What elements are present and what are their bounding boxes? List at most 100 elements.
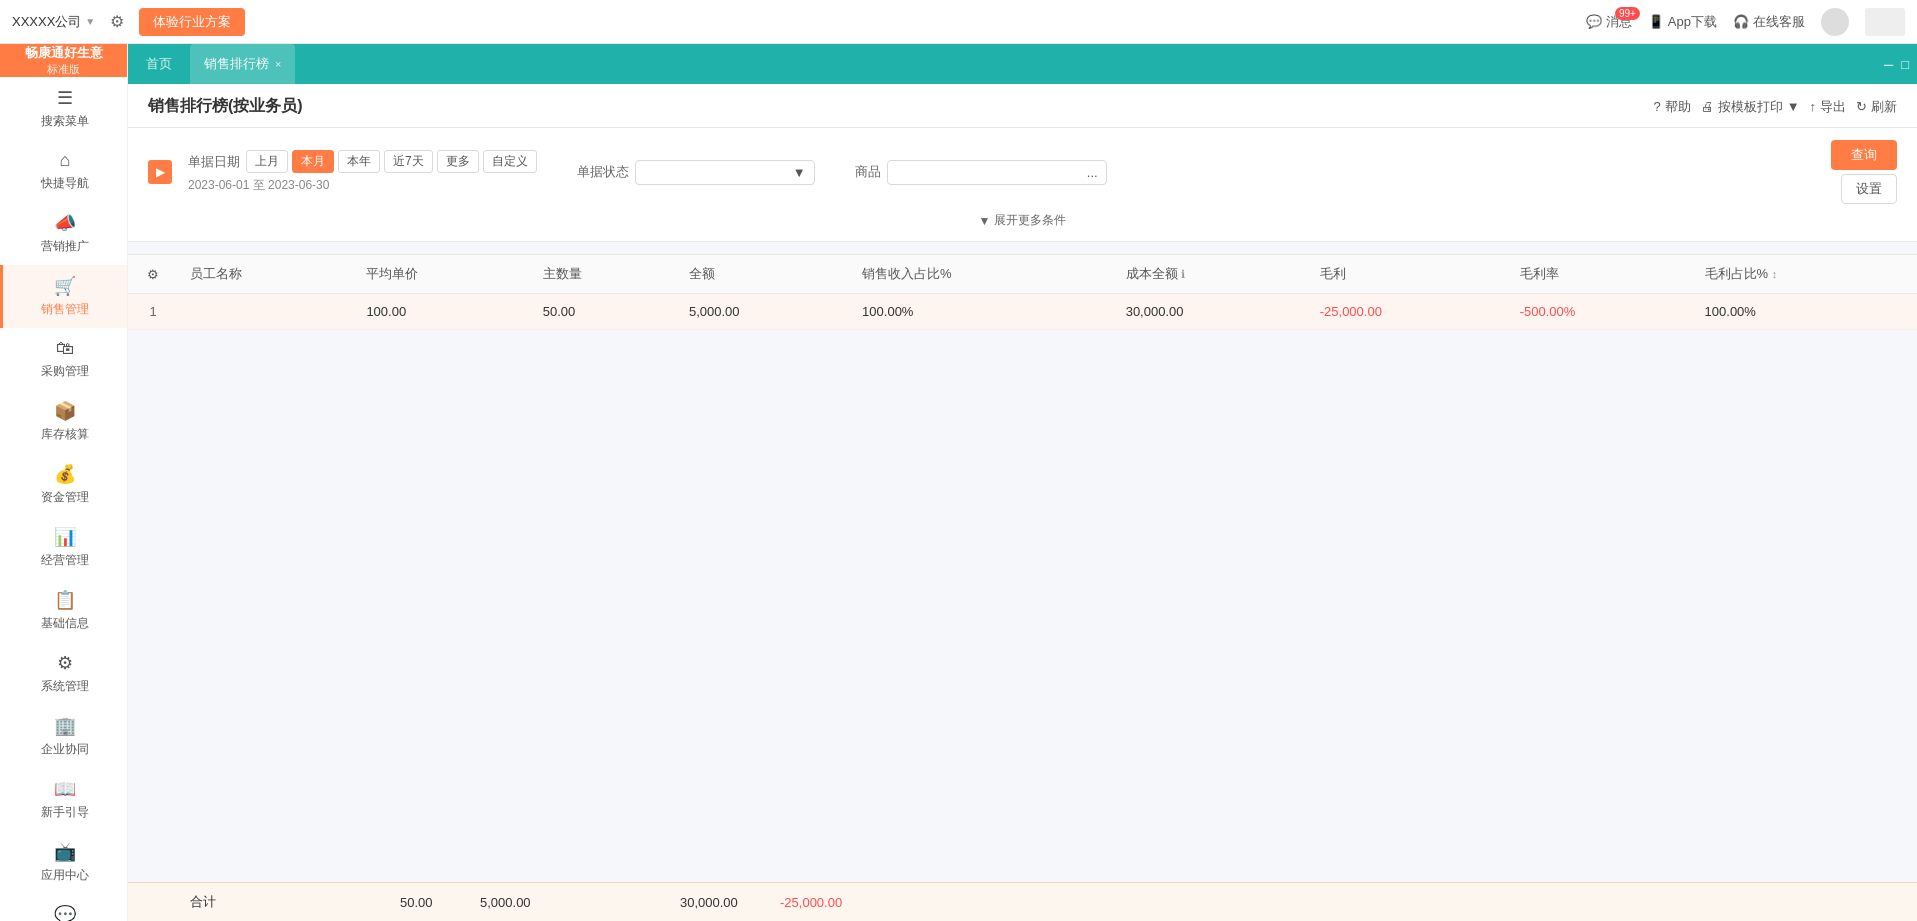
page-title: 销售排行榜(按业务员) <box>148 96 303 127</box>
tab-minimize-icon[interactable]: ─ <box>1884 57 1893 72</box>
sidebar-item-system[interactable]: ⚙ 系统管理 <box>0 642 127 705</box>
last7-btn[interactable]: 近7天 <box>384 150 433 173</box>
online-service-btn[interactable]: 🎧 在线客服 <box>1733 13 1805 31</box>
company-selector[interactable]: XXXXX公司 ▼ <box>12 13 95 31</box>
last-month-btn[interactable]: 上月 <box>246 150 288 173</box>
content-area: 首页 销售排行榜 × ─ □ 销售排行榜(按业务员) ? 帮助 <box>128 44 1917 921</box>
home-icon: ⌂ <box>60 150 71 171</box>
sidebar-item-app-center[interactable]: 📺 应用中心 <box>0 831 127 894</box>
filter-toggle-btn[interactable]: ▶ <box>148 160 172 184</box>
export-btn[interactable]: ↑ 导出 <box>1810 98 1847 116</box>
help-btn[interactable]: ? 帮助 <box>1653 98 1690 116</box>
filter-toggle-icon: ▶ <box>156 165 165 179</box>
footer-cost: 30,000.00 <box>680 895 780 910</box>
cell-profit: -25,000.00 <box>1308 294 1508 330</box>
sidebar-label-quick: 快捷导航 <box>41 175 89 192</box>
cell-name <box>178 294 354 330</box>
help-label: 帮助 <box>1665 98 1691 116</box>
app-download-btn[interactable]: 📱 App下载 <box>1648 13 1717 31</box>
footer-qty: 50.00 <box>400 895 480 910</box>
sidebar-item-search-order[interactable]: ☰ 搜索菜单 <box>0 77 127 140</box>
sidebar-label-guide: 新手引导 <box>41 804 89 821</box>
sidebar-label-app-center: 应用中心 <box>41 867 89 884</box>
status-label: 单据状态 <box>577 163 629 181</box>
message-btn[interactable]: 💬 消息 99+ <box>1586 13 1632 31</box>
sidebar-label-enterprise: 企业协同 <box>41 741 89 758</box>
export-icon: ↑ <box>1810 99 1817 114</box>
sidebar-item-wechat[interactable]: 💬 企业微信 <box>0 894 127 921</box>
cell-profit-pct: 100.00% <box>1693 294 1917 330</box>
col-sales-pct: 销售收入占比% <box>850 255 1114 294</box>
headset-icon: 🎧 <box>1733 14 1749 29</box>
footer-profit: -25,000.00 <box>780 895 880 910</box>
page-content: 销售排行榜(按业务员) ? 帮助 🖨 按模板打印 ▼ ↑ 导出 <box>128 84 1917 921</box>
filter-right: 查询 设置 <box>1831 140 1897 204</box>
logo-line1: 畅康通好生意 <box>25 44 103 62</box>
expand-icon: ▼ <box>979 214 991 228</box>
table-area: ⚙ 员工名称 平均单价 主数量 全额 销售收入占比% 成本全额 ℹ 毛利 毛利率… <box>128 242 1917 921</box>
col-cost: 成本全额 ℹ <box>1114 255 1308 294</box>
tab-home[interactable]: 首页 <box>128 44 190 84</box>
footer-amount: 5,000.00 <box>480 895 580 910</box>
col-amount: 全额 <box>677 255 850 294</box>
tab-maximize-icon[interactable]: □ <box>1901 57 1909 72</box>
period-buttons: 上月 本月 本年 近7天 更多 自定义 <box>246 150 537 173</box>
sales-icon: 🛒 <box>54 275 76 297</box>
sidebar-item-finance[interactable]: 💰 资金管理 <box>0 453 127 516</box>
sidebar-label-purchase: 采购管理 <box>41 363 89 380</box>
this-year-btn[interactable]: 本年 <box>338 150 380 173</box>
sidebar-item-enterprise[interactable]: 🏢 企业协同 <box>0 705 127 768</box>
sidebar-item-purchase[interactable]: 🛍 采购管理 <box>0 328 127 390</box>
print-label: 按模板打印 <box>1718 98 1783 116</box>
expand-label: 展开更多条件 <box>994 212 1066 229</box>
cell-qty: 50.00 <box>531 294 677 330</box>
query-btn[interactable]: 查询 <box>1831 140 1897 170</box>
tab-sales-ranking[interactable]: 销售排行榜 × <box>190 44 295 84</box>
app-center-icon: 📺 <box>54 841 76 863</box>
sidebar-item-quick-nav[interactable]: ⌂ 快捷导航 <box>0 140 127 202</box>
main-layout: 畅康通好生意 标准版 ☰ 搜索菜单 ⌂ 快捷导航 📣 营销推广 🛒 销售管理 🛍… <box>0 44 1917 921</box>
col-settings[interactable]: ⚙ <box>128 255 178 294</box>
avatar[interactable] <box>1821 8 1849 36</box>
refresh-btn[interactable]: ↻ 刷新 <box>1856 98 1897 116</box>
sidebar-item-basic-info[interactable]: 📋 基础信息 <box>0 579 127 642</box>
system-icon: ⚙ <box>57 652 73 674</box>
status-filter-group: 单据状态 ▼ <box>577 160 815 185</box>
more-btn[interactable]: 更多 <box>437 150 479 173</box>
tab-label: 销售排行榜 <box>204 55 269 73</box>
goods-input[interactable]: ... <box>887 160 1107 185</box>
settings-btn[interactable]: 设置 <box>1841 174 1897 204</box>
sidebar-item-operations[interactable]: 📊 经营管理 <box>0 516 127 579</box>
page-header: 销售排行榜(按业务员) ? 帮助 🖨 按模板打印 ▼ ↑ 导出 <box>128 84 1917 128</box>
user-name-placeholder[interactable] <box>1865 8 1905 36</box>
footer-label: 合计 <box>190 893 310 911</box>
tab-close-icon[interactable]: × <box>275 58 281 70</box>
settings-icon[interactable]: ⚙ <box>103 8 131 36</box>
cell-rank: 1 <box>128 294 178 330</box>
page-header-actions: ? 帮助 🖨 按模板打印 ▼ ↑ 导出 ↻ 刷新 <box>1653 98 1897 126</box>
status-chevron-icon: ▼ <box>793 165 806 180</box>
print-btn[interactable]: 🖨 按模板打印 ▼ <box>1701 98 1800 116</box>
table-row[interactable]: 1100.0050.005,000.00100.00%30,000.00-25,… <box>128 294 1917 330</box>
table-footer: 合计 50.00 5,000.00 30,000.00 -25,000.00 <box>128 882 1917 921</box>
sidebar-item-guide[interactable]: 📖 新手引导 <box>0 768 127 831</box>
sidebar-logo: 畅康通好生意 标准版 <box>0 44 127 77</box>
cell-cost: 30,000.00 <box>1114 294 1308 330</box>
goods-more-icon: ... <box>1087 165 1098 180</box>
logo-line2: 标准版 <box>47 62 80 77</box>
this-month-btn[interactable]: 本月 <box>292 150 334 173</box>
expand-btn[interactable]: ▼ 展开更多条件 <box>979 212 1067 229</box>
sidebar-item-marketing[interactable]: 📣 营销推广 <box>0 202 127 265</box>
trial-button[interactable]: 体验行业方案 <box>139 8 245 36</box>
status-select[interactable]: ▼ <box>635 160 815 185</box>
operations-icon: 📊 <box>54 526 76 548</box>
print-chevron-icon: ▼ <box>1787 99 1800 114</box>
filter-area: ▶ 单据日期 上月 本月 本年 近7天 更多 自定义 <box>128 128 1917 242</box>
data-table: ⚙ 员工名称 平均单价 主数量 全额 销售收入占比% 成本全额 ℹ 毛利 毛利率… <box>128 254 1917 330</box>
sidebar-item-sales[interactable]: 🛒 销售管理 <box>0 265 127 328</box>
profit-pct-icon: ↕ <box>1772 268 1778 280</box>
table-scroll-container[interactable]: ⚙ 员工名称 平均单价 主数量 全额 销售收入占比% 成本全额 ℹ 毛利 毛利率… <box>128 254 1917 882</box>
custom-btn[interactable]: 自定义 <box>483 150 537 173</box>
sidebar-item-inventory[interactable]: 📦 库存核算 <box>0 390 127 453</box>
message-icon: 💬 <box>1586 14 1602 29</box>
